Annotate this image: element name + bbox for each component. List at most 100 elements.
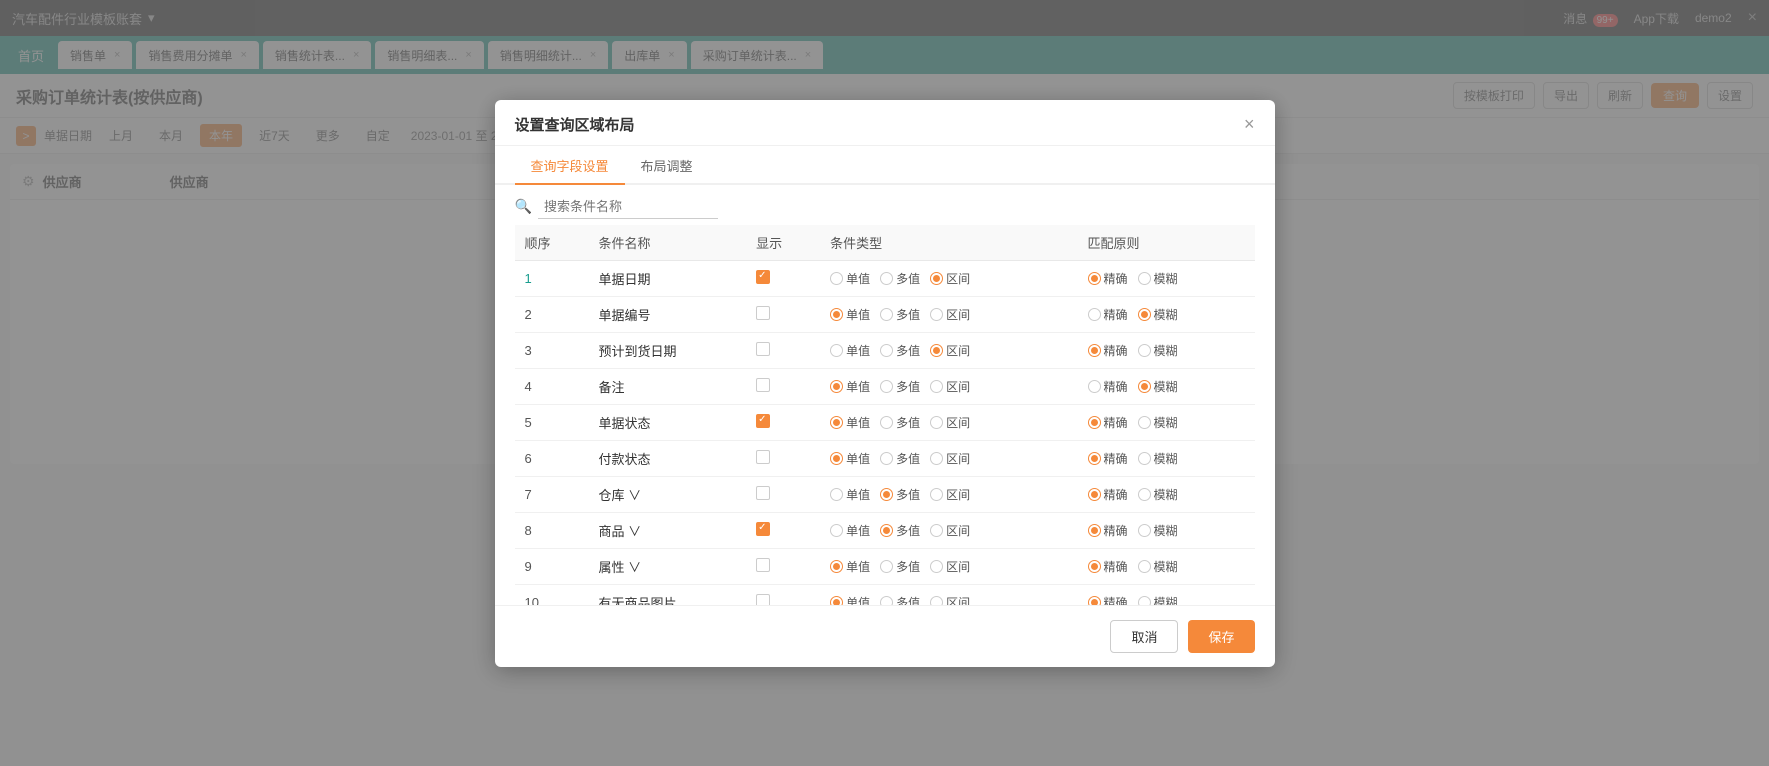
row-2-match: 精确模糊 (1078, 332, 1255, 368)
row-6-match-fuzzy[interactable]: 模糊 (1138, 486, 1178, 503)
row-6-checkbox[interactable] (756, 486, 770, 500)
row-8-display[interactable] (746, 548, 820, 584)
row-4-match-exact[interactable]: 精确 (1088, 414, 1128, 431)
row-5-type-range[interactable]: 区间 (930, 450, 970, 467)
modal-tab-query-fields-label: 查询字段设置 (531, 159, 609, 174)
row-0-match-exact[interactable]: 精确 (1088, 270, 1128, 287)
row-8-order: 9 (515, 548, 589, 584)
row-2-type-range[interactable]: 区间 (930, 342, 970, 359)
row-3-type-multi[interactable]: 多值 (880, 378, 920, 395)
table-row: 5单据状态单值多值区间精确模糊 (515, 404, 1255, 440)
row-2-display[interactable] (746, 332, 820, 368)
row-9-checkbox[interactable] (756, 594, 770, 605)
cancel-button[interactable]: 取消 (1110, 620, 1178, 653)
search-input[interactable] (538, 195, 718, 219)
row-9-type-single[interactable]: 单值 (830, 594, 870, 605)
row-1-match-fuzzy[interactable]: 模糊 (1138, 306, 1178, 323)
row-0-match-fuzzy[interactable]: 模糊 (1138, 270, 1178, 287)
modal-tabs: 查询字段设置 布局调整 (495, 148, 1275, 185)
modal-table-container: 顺序 条件名称 显示 条件类型 匹配原则 1单据日期单值多值区间精确模糊2单据编… (495, 225, 1275, 605)
row-5-type-single[interactable]: 单值 (830, 450, 870, 467)
row-5-checkbox[interactable] (756, 450, 770, 464)
row-1-match-exact[interactable]: 精确 (1088, 306, 1128, 323)
row-4-checkbox[interactable] (756, 414, 770, 428)
row-1-display[interactable] (746, 296, 820, 332)
row-1-type-single[interactable]: 单值 (830, 306, 870, 323)
row-5-display[interactable] (746, 440, 820, 476)
modal-header: 设置查询区域布局 × (495, 100, 1275, 146)
conditions-table: 顺序 条件名称 显示 条件类型 匹配原则 1单据日期单值多值区间精确模糊2单据编… (515, 225, 1255, 605)
row-5-match-fuzzy[interactable]: 模糊 (1138, 450, 1178, 467)
table-row: 7仓库 ∨单值多值区间精确模糊 (515, 476, 1255, 512)
th-display: 显示 (746, 225, 820, 261)
row-7-type-range[interactable]: 区间 (930, 522, 970, 539)
row-0-type-range[interactable]: 区间 (930, 270, 970, 287)
row-8-type-range[interactable]: 区间 (930, 558, 970, 575)
row-4-type-single[interactable]: 单值 (830, 414, 870, 431)
row-9-match-exact[interactable]: 精确 (1088, 594, 1128, 605)
th-match: 匹配原则 (1078, 225, 1255, 261)
row-1-type-multi[interactable]: 多值 (880, 306, 920, 323)
row-9-display[interactable] (746, 584, 820, 605)
row-7-checkbox[interactable] (756, 522, 770, 536)
row-3-type-single[interactable]: 单值 (830, 378, 870, 395)
row-3-display[interactable] (746, 368, 820, 404)
row-8-type-single[interactable]: 单值 (830, 558, 870, 575)
row-2-type-multi[interactable]: 多值 (880, 342, 920, 359)
row-9-type-multi[interactable]: 多值 (880, 594, 920, 605)
row-3-checkbox[interactable] (756, 378, 770, 392)
row-5-type-multi[interactable]: 多值 (880, 450, 920, 467)
modal-search-area: 🔍 (495, 185, 1275, 225)
row-2-match-exact[interactable]: 精确 (1088, 342, 1128, 359)
row-1-order: 2 (515, 296, 589, 332)
row-4-match-fuzzy[interactable]: 模糊 (1138, 414, 1178, 431)
row-2-order: 3 (515, 332, 589, 368)
row-0-checkbox[interactable] (756, 270, 770, 284)
row-4-type-multi[interactable]: 多值 (880, 414, 920, 431)
row-1-type: 单值多值区间 (820, 296, 1077, 332)
row-0-type-multi[interactable]: 多值 (880, 270, 920, 287)
modal-overlay: 设置查询区域布局 × 查询字段设置 布局调整 🔍 顺序 条件名称 (0, 0, 1769, 766)
row-1-type-range[interactable]: 区间 (930, 306, 970, 323)
row-3-type-range[interactable]: 区间 (930, 378, 970, 395)
modal-tab-layout[interactable]: 布局调整 (625, 148, 709, 185)
table-row: 8商品 ∨单值多值区间精确模糊 (515, 512, 1255, 548)
row-2-type-single[interactable]: 单值 (830, 342, 870, 359)
row-9-type-range[interactable]: 区间 (930, 594, 970, 605)
row-0-type-single[interactable]: 单值 (830, 270, 870, 287)
row-7-match-fuzzy[interactable]: 模糊 (1138, 522, 1178, 539)
row-6-display[interactable] (746, 476, 820, 512)
row-1-checkbox[interactable] (756, 306, 770, 320)
row-5-match-exact[interactable]: 精确 (1088, 450, 1128, 467)
row-8-type-multi[interactable]: 多值 (880, 558, 920, 575)
row-4-name: 单据状态 (589, 404, 747, 440)
row-9-match-fuzzy[interactable]: 模糊 (1138, 594, 1178, 605)
row-7-type-multi[interactable]: 多值 (880, 522, 920, 539)
row-8-match-exact[interactable]: 精确 (1088, 558, 1128, 575)
row-2-checkbox[interactable] (756, 342, 770, 356)
row-0-display[interactable] (746, 260, 820, 296)
row-3-match-exact[interactable]: 精确 (1088, 378, 1128, 395)
row-3-match-fuzzy[interactable]: 模糊 (1138, 378, 1178, 395)
row-7-display[interactable] (746, 512, 820, 548)
row-8-match-fuzzy[interactable]: 模糊 (1138, 558, 1178, 575)
row-9-name: 有无商品图片 (589, 584, 747, 605)
row-6-type-range[interactable]: 区间 (930, 486, 970, 503)
row-4-display[interactable] (746, 404, 820, 440)
row-3-type: 单值多值区间 (820, 368, 1077, 404)
th-name: 条件名称 (589, 225, 747, 261)
row-6-type-multi[interactable]: 多值 (880, 486, 920, 503)
row-1-match: 精确模糊 (1078, 296, 1255, 332)
row-6-match-exact[interactable]: 精确 (1088, 486, 1128, 503)
modal-tab-query-fields[interactable]: 查询字段设置 (515, 148, 625, 185)
row-7-type-single[interactable]: 单值 (830, 522, 870, 539)
modal-close-button[interactable]: × (1244, 114, 1255, 135)
row-6-type-single[interactable]: 单值 (830, 486, 870, 503)
row-8-checkbox[interactable] (756, 558, 770, 572)
modal-footer: 取消 保存 (495, 605, 1275, 667)
save-button[interactable]: 保存 (1188, 620, 1254, 653)
row-7-match-exact[interactable]: 精确 (1088, 522, 1128, 539)
row-4-type-range[interactable]: 区间 (930, 414, 970, 431)
row-0-match: 精确模糊 (1078, 260, 1255, 296)
row-2-match-fuzzy[interactable]: 模糊 (1138, 342, 1178, 359)
